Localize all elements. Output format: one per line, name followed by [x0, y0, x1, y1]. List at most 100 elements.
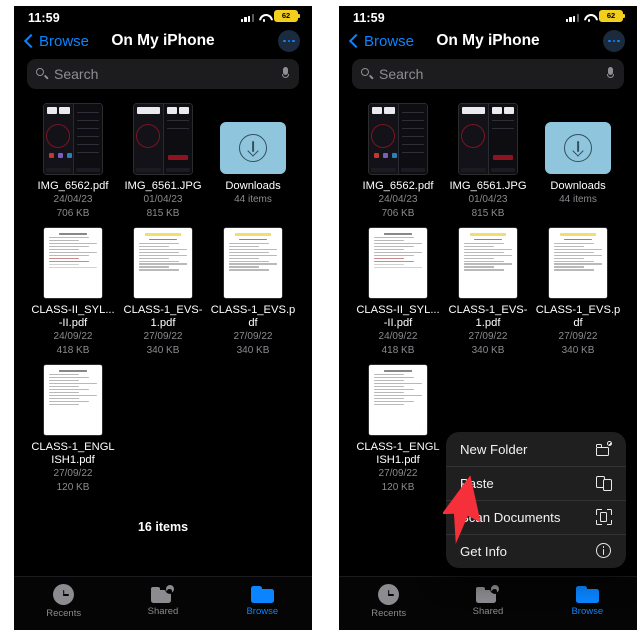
folder-icon: [575, 584, 599, 603]
tab-bar: Recents Shared Browse: [339, 576, 637, 630]
file-thumbnail: [134, 228, 192, 298]
folder-icon: [250, 584, 274, 603]
tab-browse-label: Browse: [571, 606, 604, 617]
file-date: 01/04/23: [143, 194, 183, 205]
tab-browse-label: Browse: [246, 606, 279, 617]
battery-icon: 62: [274, 9, 300, 22]
menu-item-paste[interactable]: Paste: [446, 466, 626, 500]
clock-icon: [53, 584, 75, 605]
file-item[interactable]: IMG_6562.pdf 24/04/23 706 KB: [28, 104, 118, 228]
file-size: 120 KB: [381, 481, 415, 493]
more-options-button[interactable]: [278, 30, 300, 52]
file-size: 120 KB: [56, 481, 90, 493]
folder-thumbnail: [220, 122, 286, 174]
folder-item-count: 44 items: [559, 194, 597, 205]
file-item[interactable]: IMG_6562.pdf 24/04/23 706 KB: [353, 104, 443, 228]
file-date: 24/09/22: [53, 331, 93, 342]
back-button[interactable]: Browse: [23, 32, 90, 50]
folder-thumbnail: [545, 122, 611, 174]
file-item[interactable]: CLASS-1_EVS-1.pdf 27/09/22 340 KB: [118, 228, 208, 365]
phone-screenshot-left: 11:59 62 Browse On My iPhone Search IMG_…: [14, 6, 312, 630]
search-container: Search: [339, 59, 637, 98]
file-name: CLASS-1_EVS.pdf: [210, 304, 296, 329]
battery-percent-label: 62: [281, 11, 291, 20]
file-date: 27/09/22: [378, 468, 418, 479]
tab-shared[interactable]: Shared: [113, 584, 212, 617]
search-input[interactable]: Search: [27, 59, 299, 89]
dual-screenshot-stage: 11:59 62 Browse On My iPhone Search IMG_…: [0, 0, 640, 640]
folder-name: Downloads: [550, 180, 606, 192]
back-button-label: Browse: [39, 32, 90, 50]
file-name: IMG_6562.pdf: [362, 180, 434, 192]
status-bar-indicators: 62: [565, 9, 625, 22]
navigation-bar: Browse On My iPhone: [14, 23, 312, 59]
file-date: 24/09/22: [378, 331, 418, 342]
search-input[interactable]: Search: [352, 59, 624, 89]
file-item[interactable]: CLASS-1_EVS.pdf 27/09/22 340 KB: [208, 228, 298, 365]
more-options-button[interactable]: [603, 30, 625, 52]
tab-shared[interactable]: Shared: [438, 584, 537, 617]
file-date: 27/09/22: [558, 331, 598, 342]
file-name: IMG_6562.pdf: [37, 180, 109, 192]
file-name: CLASS-II_SYL...-II.pdf: [31, 304, 115, 329]
file-size: 706 KB: [381, 207, 415, 219]
folder-item-count: 44 items: [234, 194, 272, 205]
tab-recents-label: Recents: [46, 608, 82, 619]
file-size: 706 KB: [56, 207, 90, 219]
tab-recents[interactable]: Recents: [14, 584, 113, 619]
file-date: 27/09/22: [143, 331, 183, 342]
file-name: IMG_6561.JPG: [449, 180, 527, 192]
file-name: CLASS-1_EVS.pdf: [535, 304, 621, 329]
file-size: 340 KB: [146, 344, 180, 356]
file-thumbnail: [44, 104, 102, 174]
file-size: 815 KB: [146, 207, 180, 219]
file-size: 340 KB: [471, 344, 505, 356]
file-name: CLASS-1_EVS-1.pdf: [448, 304, 528, 329]
tab-recents-label: Recents: [371, 608, 407, 619]
menu-item-label: Get Info: [460, 543, 507, 559]
item-count-label: 16 items: [137, 520, 189, 534]
file-thumbnail: [369, 365, 427, 435]
info-circle-icon: [596, 543, 612, 559]
tab-recents[interactable]: Recents: [339, 584, 438, 619]
file-name: CLASS-1_EVS-1.pdf: [123, 304, 203, 329]
file-grid-container[interactable]: IMG_6562.pdf 24/04/23 706 KB IMG_6561.JP…: [14, 98, 312, 571]
chevron-left-icon: [348, 33, 364, 49]
file-item[interactable]: IMG_6561.JPG 01/04/23 815 KB: [118, 104, 208, 228]
context-menu: New Folder Paste Scan Documents Get Info: [446, 432, 626, 568]
microphone-icon[interactable]: [281, 67, 290, 81]
file-name: CLASS-II_SYL...-II.pdf: [356, 304, 440, 329]
menu-item-label: New Folder: [460, 441, 528, 457]
file-item[interactable]: IMG_6561.JPG 01/04/23 815 KB: [443, 104, 533, 228]
file-size: 815 KB: [471, 207, 505, 219]
folder-item[interactable]: Downloads 44 items: [533, 104, 623, 228]
file-item[interactable]: CLASS-1_EVS.pdf 27/09/22 340 KB: [533, 228, 623, 365]
tab-browse[interactable]: Browse: [538, 584, 637, 617]
back-button[interactable]: Browse: [348, 32, 415, 50]
file-date: 27/09/22: [53, 468, 93, 479]
microphone-icon[interactable]: [606, 67, 615, 81]
shared-folder-icon: [475, 584, 500, 603]
file-thumbnail: [549, 228, 607, 298]
menu-item-new-folder[interactable]: New Folder: [446, 432, 626, 466]
file-thumbnail: [44, 228, 102, 298]
clock-icon: [378, 584, 400, 605]
back-button-label: Browse: [364, 32, 415, 50]
search-container: Search: [14, 59, 312, 98]
tab-browse[interactable]: Browse: [213, 584, 312, 617]
file-item[interactable]: CLASS-1_ENGLISH1.pdf 27/09/22 120 KB: [353, 365, 443, 502]
file-item[interactable]: CLASS-II_SYL...-II.pdf 24/09/22 418 KB: [353, 228, 443, 365]
status-bar: 11:59 62: [339, 6, 637, 24]
tab-shared-label: Shared: [147, 606, 179, 617]
menu-item-scan-documents[interactable]: Scan Documents: [446, 500, 626, 534]
menu-item-get-info[interactable]: Get Info: [446, 534, 626, 568]
shared-folder-icon: [150, 584, 175, 603]
file-name: CLASS-1_ENGLISH1.pdf: [31, 441, 115, 466]
file-item[interactable]: CLASS-1_ENGLISH1.pdf 27/09/22 120 KB: [28, 365, 118, 502]
search-icon: [36, 68, 48, 80]
file-date: 27/09/22: [233, 331, 273, 342]
file-item[interactable]: CLASS-1_EVS-1.pdf 27/09/22 340 KB: [443, 228, 533, 365]
chevron-left-icon: [23, 33, 39, 49]
file-item[interactable]: CLASS-II_SYL...-II.pdf 24/09/22 418 KB: [28, 228, 118, 365]
folder-item[interactable]: Downloads 44 items: [208, 104, 298, 228]
